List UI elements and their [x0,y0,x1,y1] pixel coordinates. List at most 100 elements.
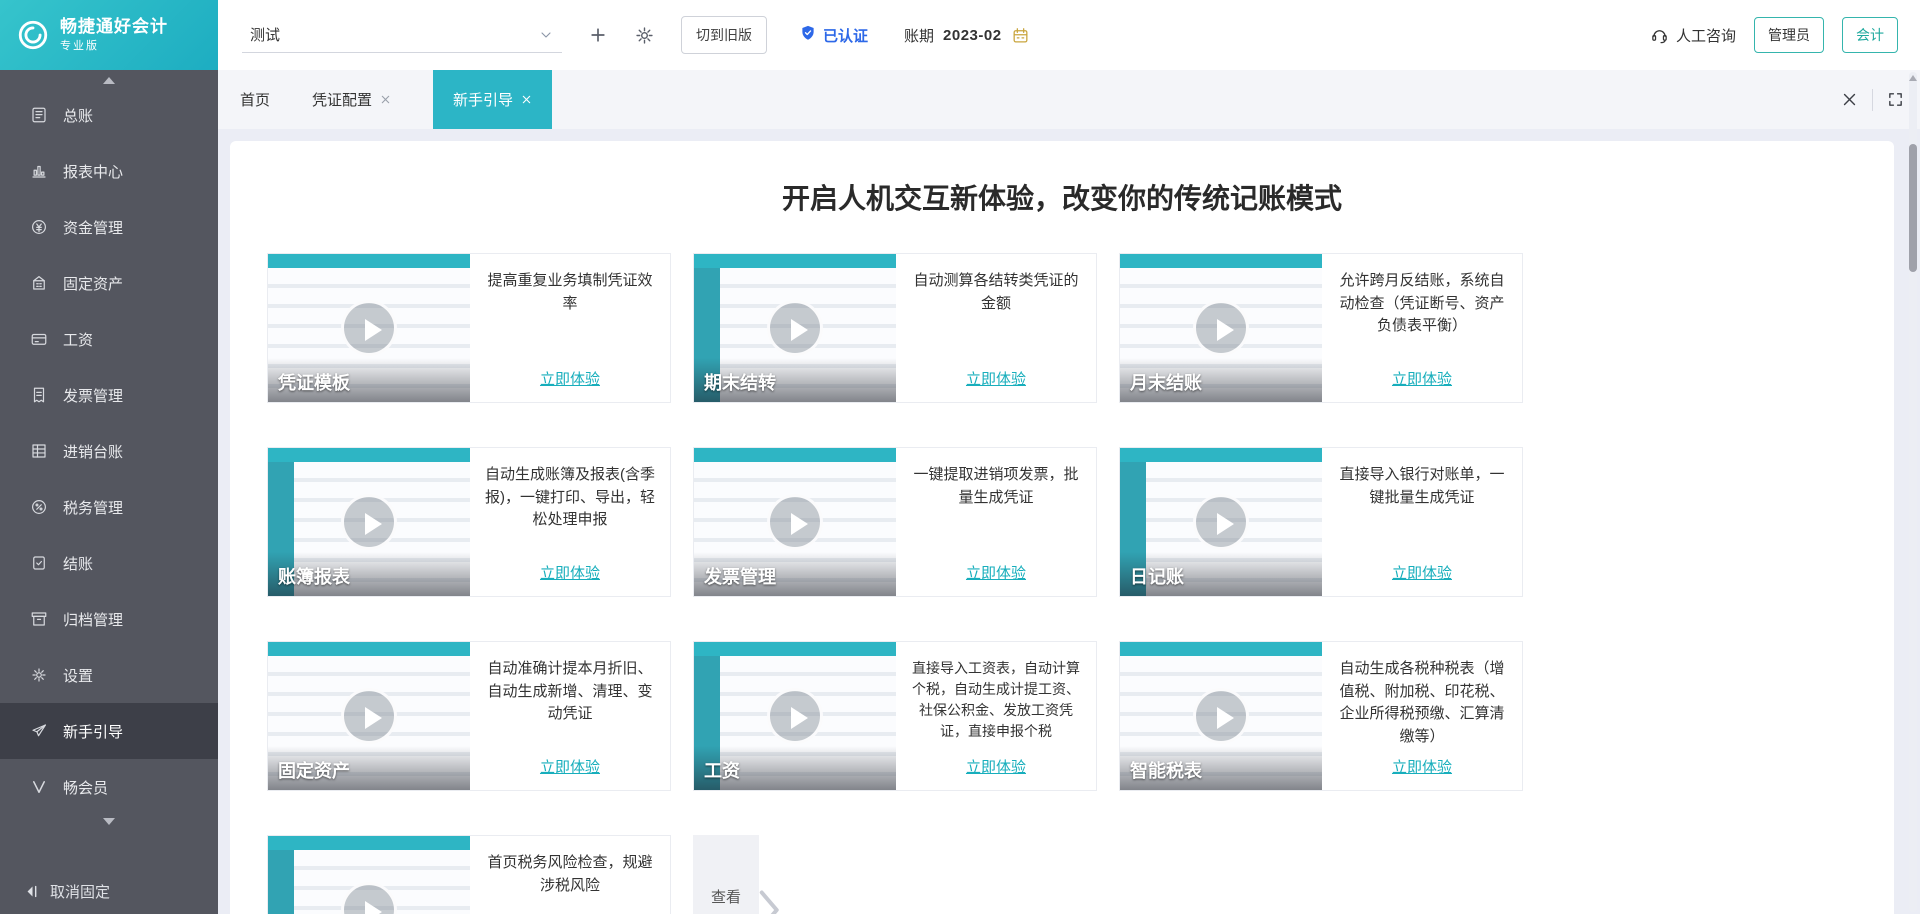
video-thumbnail[interactable]: 发票管理 [694,448,896,596]
ledger-icon [30,106,48,124]
unpin-sidebar-button[interactable]: 取消固定 [0,868,218,914]
tab-home[interactable]: 首页 [240,70,270,129]
sidebar-item-member[interactable]: 畅会员 [0,759,218,815]
settings-icon [30,666,48,684]
accounting-period-control[interactable]: 账期 2023-02 [904,25,1030,46]
play-icon [341,300,397,356]
sidebar-item-label: 进销台账 [63,443,124,461]
closing-icon [30,554,48,572]
switch-to-old-version-button[interactable]: 切到旧版 [681,16,767,54]
human-consult-button[interactable]: 人工咨询 [1650,25,1736,46]
video-thumbnail[interactable]: 固定资产 [268,642,470,790]
scrollbar-up-icon[interactable] [1909,75,1917,81]
scrollbar-thumb[interactable] [1909,144,1917,272]
video-title: 凭证模板 [278,373,350,393]
feature-card-tax-risk-check: 首页税务风险检查，规避涉税风险 [267,835,671,914]
try-now-link[interactable]: 立即体验 [966,562,1026,583]
video-thumbnail[interactable]: 月末结账 [1120,254,1322,402]
headset-icon [1650,26,1669,45]
sidebar-item-label: 结账 [63,555,94,573]
see-more-container: 查看更多 [693,835,1097,914]
feature-card-smart-tax-forms: 智能税表 自动生成各税种税表（增值税、附加税、印花税、企业所得税预缴、汇算清缴等… [1119,641,1523,791]
video-thumbnail[interactable]: 账簿报表 [268,448,470,596]
feature-card-payroll: 工资 直接导入工资表，自动计算个税，自动生成计提工资、社保公积金、发放工资凭证，… [693,641,1097,791]
vertical-scrollbar[interactable] [1909,72,1917,912]
try-now-link[interactable]: 立即体验 [540,368,600,389]
video-thumbnail[interactable]: 工资 [694,642,896,790]
sidebar-item-label: 设置 [63,667,94,685]
fullscreen-icon[interactable] [1887,91,1904,108]
sidebar-item-label: 发票管理 [63,387,124,405]
sidebar-item-label: 报表中心 [63,163,124,181]
workspace: 首页 凭证配置 新手引导 开启人机交互新体验，改变你的传统记账模式 凭证模板 提… [218,70,1920,914]
sidebar-scroll-down-icon[interactable] [103,818,115,825]
close-icon[interactable] [521,94,532,105]
app-logo-block: 畅捷通好会计 专业版 [0,0,218,70]
try-now-link[interactable]: 立即体验 [966,756,1026,777]
certified-label: 已认证 [823,27,869,45]
settings-gear-icon[interactable] [634,25,655,46]
try-now-link[interactable]: 立即体验 [1392,368,1452,389]
video-thumbnail[interactable]: 智能税表 [1120,642,1322,790]
fixed-asset-icon [30,274,48,292]
tab-voucher-config[interactable]: 凭证配置 [312,70,391,129]
try-now-link[interactable]: 立即体验 [1392,756,1452,777]
admin-role-button[interactable]: 管理员 [1754,17,1824,53]
certified-badge[interactable]: 已认证 [799,24,868,46]
app-logo-icon [16,18,50,52]
sidebar-item-label: 工资 [63,331,94,349]
chevron-down-icon [538,27,554,43]
main-content: 开启人机交互新体验，改变你的传统记账模式 凭证模板 提高重复业务填制凭证效率 立… [218,129,1920,914]
accountant-role-button[interactable]: 会计 [1842,17,1898,53]
video-thumbnail[interactable] [268,836,470,914]
video-title: 日记账 [1130,567,1184,587]
feature-card-fixed-assets: 固定资产 自动准确计提本月折旧、自动生成新增、清理、变动凭证 立即体验 [267,641,671,791]
video-thumbnail[interactable]: 日记账 [1120,448,1322,596]
sidebar-item-label: 税务管理 [63,499,124,517]
tab-beginner-guide[interactable]: 新手引导 [433,70,553,129]
video-title: 月末结账 [1130,373,1202,393]
sidebar-item-fixed-assets[interactable]: 固定资产 [0,255,218,311]
top-header: 畅捷通好会计 专业版 测试 切到旧版 已认证 账期 2023-02 人工咨询 管… [0,0,1920,70]
sidebar-item-invoice-management[interactable]: 发票管理 [0,367,218,423]
add-button[interactable] [588,25,608,45]
sidebar-item-general-ledger[interactable]: 总账 [0,87,218,143]
video-thumbnail[interactable]: 期末结转 [694,254,896,402]
sidebar-item-label: 畅会员 [63,779,109,797]
sidebar-item-archive-management[interactable]: 归档管理 [0,591,218,647]
feature-card-account-book-reports: 账簿报表 自动生成账簿及报表(含季报)，一键打印、导出，轻松处理申报 立即体验 [267,447,671,597]
feature-description: 自动生成各税种税表（增值税、附加税、印花税、企业所得税预缴、汇算清缴等） [1339,660,1505,745]
try-now-link[interactable]: 立即体验 [1392,562,1452,583]
sidebar-item-purchase-sales-ledger[interactable]: 进销台账 [0,423,218,479]
sidebar-item-label: 总账 [63,107,94,125]
sidebar-item-payroll[interactable]: 工资 [0,311,218,367]
video-thumbnail[interactable]: 凭证模板 [268,254,470,402]
report-icon [30,162,48,180]
sidebar-item-closing[interactable]: 结账 [0,535,218,591]
feature-description: 自动准确计提本月折旧、自动生成新增、清理、变动凭证 [487,660,653,722]
tab-label: 新手引导 [453,92,514,109]
sidebar-item-label: 新手引导 [63,723,124,741]
app-title: 畅捷通好会计 [60,16,168,36]
sidebar-item-report-center[interactable]: 报表中心 [0,143,218,199]
sidebar-item-tax-management[interactable]: 税务管理 [0,479,218,535]
try-now-link[interactable]: 立即体验 [966,368,1026,389]
account-set-selector[interactable]: 测试 [242,17,562,53]
try-now-link[interactable]: 立即体验 [540,562,600,583]
close-icon[interactable] [380,94,391,105]
invoice-icon [30,386,48,404]
close-all-tabs-icon[interactable] [1841,91,1858,108]
shield-icon [799,24,817,46]
try-now-link[interactable]: 立即体验 [540,756,600,777]
sidebar-item-fund-management[interactable]: 资金管理 [0,199,218,255]
sidebar-item-settings[interactable]: 设置 [0,647,218,703]
chevron-right-icon [753,884,783,914]
feature-description: 自动生成账簿及报表(含季报)，一键打印、导出，轻松处理申报 [485,466,655,528]
sidebar-nav: 总账 报表中心 资金管理 固定资产 工资 发票管理 进销台账 税务管理 结账 归… [0,70,218,914]
see-more-button[interactable]: 查看更多 [693,835,759,914]
sidebar-scroll-up-icon[interactable] [103,77,115,84]
see-more-label: 查看更多 [710,888,741,906]
play-icon [1193,494,1249,550]
tab-label: 首页 [240,92,271,109]
sidebar-item-beginner-guide[interactable]: 新手引导 [0,703,218,759]
